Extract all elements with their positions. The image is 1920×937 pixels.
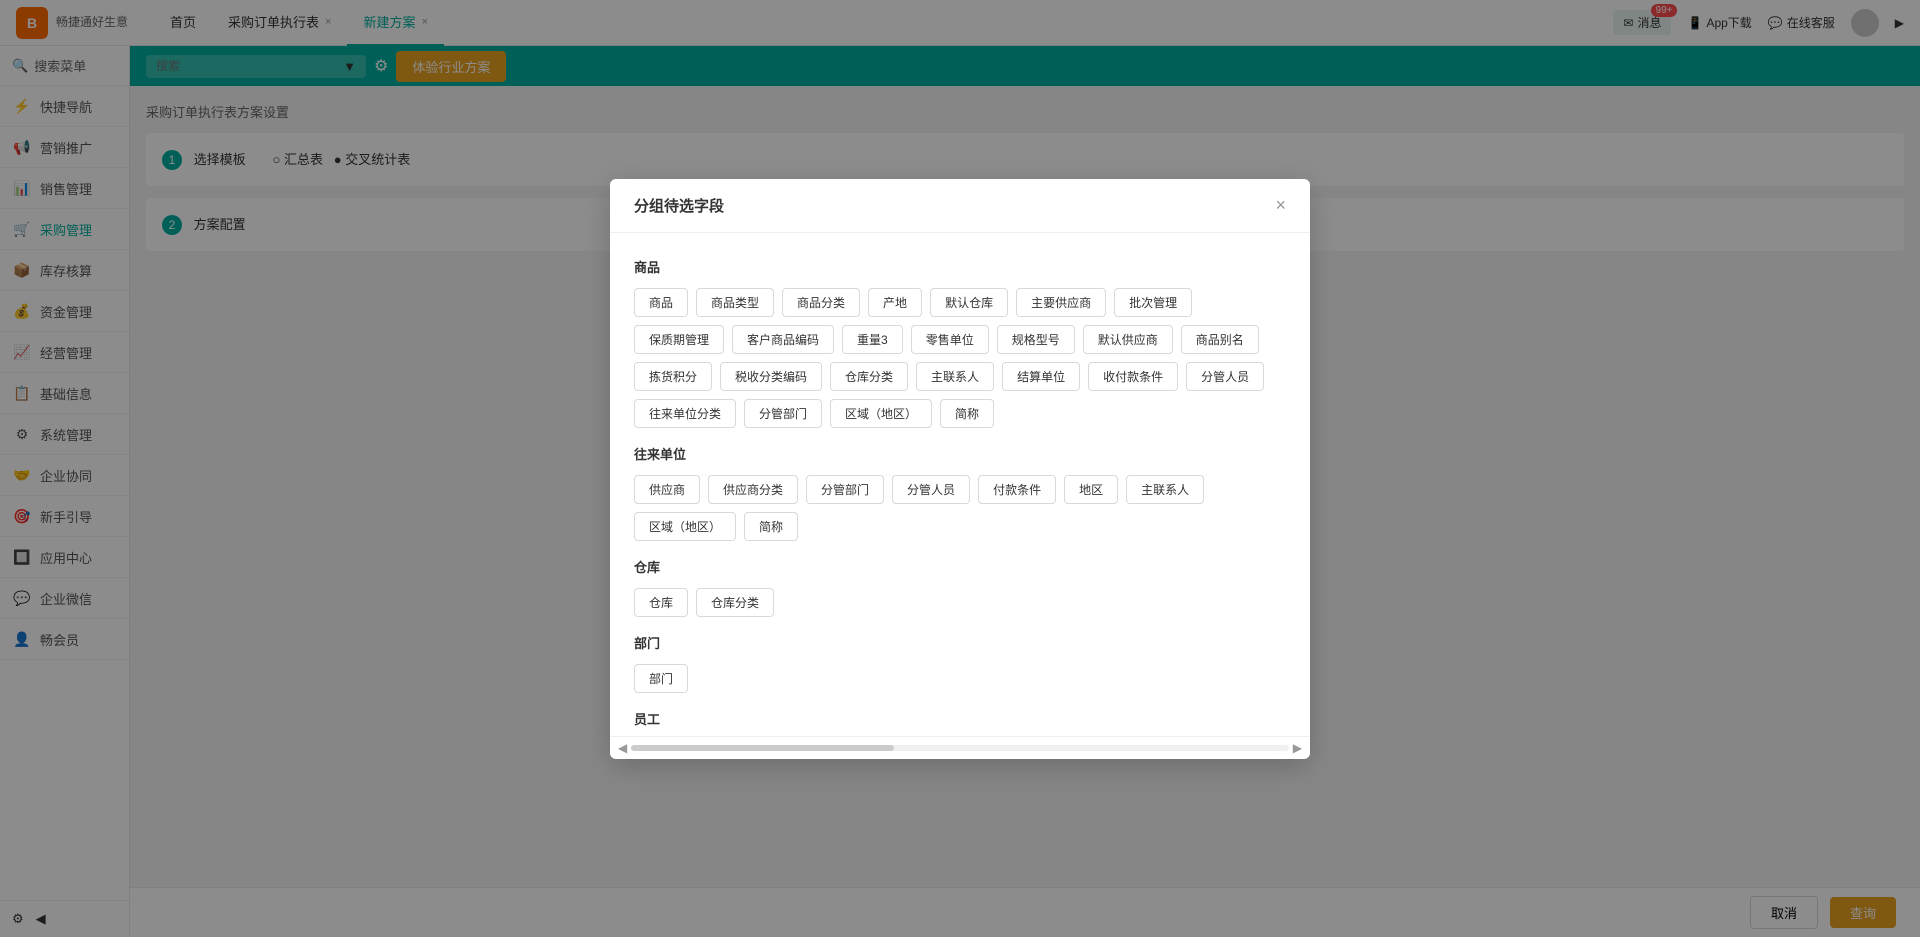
field-goods[interactable]: 商品 (634, 288, 688, 317)
hscroll-left-arrow[interactable]: ◀ (618, 741, 631, 755)
field-abbr[interactable]: 简称 (940, 399, 994, 428)
field-weight3[interactable]: 重量3 (842, 325, 903, 354)
dialog-title: 分组待选字段 (634, 195, 724, 216)
field-main-contact[interactable]: 主联系人 (916, 362, 994, 391)
field-origin[interactable]: 产地 (868, 288, 922, 317)
field-default-warehouse[interactable]: 默认仓库 (930, 288, 1008, 317)
field-spec-model[interactable]: 规格型号 (997, 325, 1075, 354)
field-partner-category[interactable]: 往来单位分类 (634, 399, 736, 428)
field-main-supplier[interactable]: 主要供应商 (1016, 288, 1106, 317)
section-partner-title: 往来单位 (634, 444, 1286, 463)
field-supplier[interactable]: 供应商 (634, 475, 700, 504)
field-partner-abbr[interactable]: 简称 (744, 512, 798, 541)
section-warehouse-title: 仓库 (634, 557, 1286, 576)
field-batch-mgmt[interactable]: 批次管理 (1114, 288, 1192, 317)
hscroll-bar (631, 745, 1289, 751)
field-goods-category[interactable]: 商品分类 (782, 288, 860, 317)
section-goods-title: 商品 (634, 257, 1286, 276)
section-goods-fields: 商品 商品类型 商品分类 产地 默认仓库 主要供应商 批次管理 保质期管理 客户… (634, 288, 1286, 428)
dialog: 分组待选字段 × 商品 商品 商品类型 商品分类 产地 默认仓库 主要供应商 批… (610, 179, 1310, 759)
field-warehouse-category[interactable]: 仓库分类 (830, 362, 908, 391)
dialog-overlay: 分组待选字段 × 商品 商品 商品类型 商品分类 产地 默认仓库 主要供应商 批… (0, 0, 1920, 937)
section-dept-fields: 部门 (634, 664, 1286, 693)
field-partner-region[interactable]: 区域（地区） (634, 512, 736, 541)
field-supervisor[interactable]: 分管人员 (1186, 362, 1264, 391)
hscroll-thumb (631, 745, 894, 751)
field-supplier-category[interactable]: 供应商分类 (708, 475, 798, 504)
field-pick-points[interactable]: 拣货积分 (634, 362, 712, 391)
field-warehouse-cat[interactable]: 仓库分类 (696, 588, 774, 617)
dialog-close-button[interactable]: × (1275, 196, 1286, 214)
field-partner-supervisor[interactable]: 分管人员 (892, 475, 970, 504)
field-dept[interactable]: 分管部门 (744, 399, 822, 428)
field-area[interactable]: 地区 (1064, 475, 1118, 504)
dialog-header: 分组待选字段 × (610, 179, 1310, 233)
section-employee-title: 员工 (634, 709, 1286, 728)
field-settlement-unit[interactable]: 结算单位 (1002, 362, 1080, 391)
section-dept-title: 部门 (634, 633, 1286, 652)
hscroll-right-arrow[interactable]: ▶ (1289, 741, 1302, 755)
field-tax-code[interactable]: 税收分类编码 (720, 362, 822, 391)
field-partner-contact[interactable]: 主联系人 (1126, 475, 1204, 504)
dialog-hscroll: ◀ ▶ (610, 736, 1310, 759)
dialog-body: 商品 商品 商品类型 商品分类 产地 默认仓库 主要供应商 批次管理 保质期管理… (610, 233, 1310, 736)
field-customer-code[interactable]: 客户商品编码 (732, 325, 834, 354)
section-partner-fields: 供应商 供应商分类 分管部门 分管人员 付款条件 地区 主联系人 区域（地区） … (634, 475, 1286, 541)
field-partner-dept[interactable]: 分管部门 (806, 475, 884, 504)
section-warehouse-fields: 仓库 仓库分类 (634, 588, 1286, 617)
field-warehouse[interactable]: 仓库 (634, 588, 688, 617)
field-expiry-mgmt[interactable]: 保质期管理 (634, 325, 724, 354)
field-department[interactable]: 部门 (634, 664, 688, 693)
field-payment-cond[interactable]: 付款条件 (978, 475, 1056, 504)
field-payment-terms[interactable]: 收付款条件 (1088, 362, 1178, 391)
field-goods-alias[interactable]: 商品别名 (1181, 325, 1259, 354)
field-goods-type[interactable]: 商品类型 (696, 288, 774, 317)
field-region[interactable]: 区域（地区） (830, 399, 932, 428)
field-default-supplier[interactable]: 默认供应商 (1083, 325, 1173, 354)
field-retail-unit[interactable]: 零售单位 (911, 325, 989, 354)
